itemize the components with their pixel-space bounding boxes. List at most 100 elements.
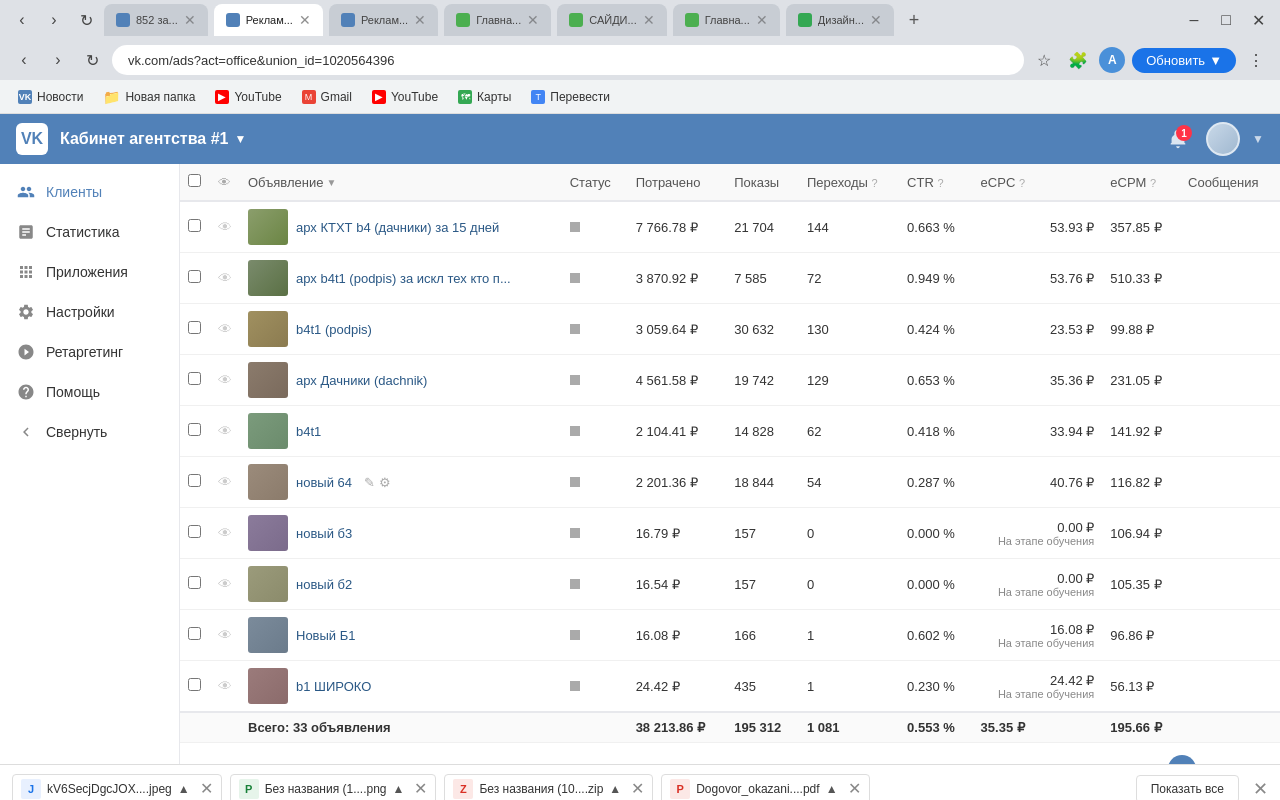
select-all-checkbox[interactable]: [188, 174, 201, 187]
download-close-3[interactable]: ✕: [631, 779, 644, 798]
ad-name[interactable]: b4t1: [296, 424, 321, 439]
row-checkbox[interactable]: [188, 678, 201, 691]
profile-icon[interactable]: A: [1098, 46, 1126, 74]
row-checkbox[interactable]: [188, 525, 201, 538]
ctr-help-icon[interactable]: ?: [937, 177, 943, 189]
sidebar-item-statistics[interactable]: Статистика: [0, 212, 179, 252]
row-checkbox[interactable]: [188, 474, 201, 487]
ecpc-help-icon[interactable]: ?: [1019, 177, 1025, 189]
row-eye-icon[interactable]: 👁: [218, 321, 232, 337]
ad-name[interactable]: новый 64: [296, 475, 352, 490]
ad-name[interactable]: Новый Б1: [296, 628, 356, 643]
sidebar-item-clients[interactable]: Клиенты: [0, 172, 179, 212]
menu-dots-icon[interactable]: ⋮: [1242, 46, 1270, 74]
tab-close-icon[interactable]: ✕: [299, 12, 311, 28]
bookmark-novosti[interactable]: VK Новости: [10, 87, 91, 107]
sidebar-item-apps[interactable]: Приложения: [0, 252, 179, 292]
browser-tab-3[interactable]: Реклам... ✕: [329, 4, 438, 36]
browser-maximize[interactable]: □: [1212, 6, 1240, 34]
tab-close-icon[interactable]: ✕: [527, 12, 539, 28]
reload-button[interactable]: ↻: [78, 46, 106, 74]
row-checkbox[interactable]: [188, 423, 201, 436]
row-checkbox[interactable]: [188, 372, 201, 385]
update-button[interactable]: Обновить ▼: [1132, 48, 1236, 73]
forward-button[interactable]: ›: [44, 46, 72, 74]
row-eye-icon[interactable]: 👁: [218, 525, 232, 541]
row-checkbox[interactable]: [188, 321, 201, 334]
bookmark-youtube-1[interactable]: ▶ YouTube: [207, 87, 289, 107]
download-arrow-4[interactable]: ▲: [826, 782, 838, 796]
row-eye-icon[interactable]: 👁: [218, 423, 232, 439]
edit-settings-icon[interactable]: ⚙: [379, 475, 391, 490]
download-arrow-1[interactable]: ▲: [178, 782, 190, 796]
ad-name[interactable]: b1 ШИРОКО: [296, 679, 371, 694]
browser-tab-5[interactable]: САЙДИ... ✕: [557, 4, 666, 36]
new-tab-button[interactable]: +: [900, 6, 928, 34]
extension-icon[interactable]: 🧩: [1064, 46, 1092, 74]
row-eye-icon[interactable]: 👁: [218, 576, 232, 592]
browser-tab-7[interactable]: Дизайн... ✕: [786, 4, 894, 36]
download-item-4[interactable]: P Dogovor_okazani....pdf ▲ ✕: [661, 774, 869, 801]
ad-name[interactable]: арх КТХТ b4 (дачники) за 15 дней: [296, 220, 499, 235]
download-close-1[interactable]: ✕: [200, 779, 213, 798]
download-close-2[interactable]: ✕: [414, 779, 427, 798]
sidebar-item-help[interactable]: Помощь: [0, 372, 179, 412]
bookmark-folder[interactable]: 📁 Новая папка: [95, 86, 203, 108]
tab-close-icon[interactable]: ✕: [414, 12, 426, 28]
browser-minimize[interactable]: –: [1180, 6, 1208, 34]
row-eye-icon[interactable]: 👁: [218, 270, 232, 286]
bookmark-maps[interactable]: 🗺 Карты: [450, 87, 519, 107]
clicks-help-icon[interactable]: ?: [872, 177, 878, 189]
edit-pencil-icon[interactable]: ✎: [364, 475, 375, 490]
row-eye-icon[interactable]: 👁: [218, 678, 232, 694]
browser-nav-back[interactable]: ‹: [8, 6, 36, 34]
pagination-next[interactable]: ›: [1236, 755, 1264, 764]
tab-close-icon[interactable]: ✕: [756, 12, 768, 28]
pagination-page-1[interactable]: 1: [1168, 755, 1196, 764]
row-checkbox[interactable]: [188, 270, 201, 283]
sidebar-item-collapse[interactable]: Свернуть: [0, 412, 179, 452]
tab-close-icon[interactable]: ✕: [870, 12, 882, 28]
tab-close-icon[interactable]: ✕: [643, 12, 655, 28]
browser-nav-forward[interactable]: ›: [40, 6, 68, 34]
download-item-2[interactable]: P Без названия (1....png ▲ ✕: [230, 774, 437, 801]
row-eye-icon[interactable]: 👁: [218, 474, 232, 490]
browser-tab-6[interactable]: Главна... ✕: [673, 4, 780, 36]
browser-tab-4[interactable]: Главна... ✕: [444, 4, 551, 36]
bookmark-youtube-2[interactable]: ▶ YouTube: [364, 87, 446, 107]
browser-close[interactable]: ✕: [1244, 6, 1272, 34]
tab-close-icon[interactable]: ✕: [184, 12, 196, 28]
row-checkbox[interactable]: [188, 219, 201, 232]
row-checkbox[interactable]: [188, 576, 201, 589]
bookmark-gmail[interactable]: M Gmail: [294, 87, 360, 107]
ecpm-help-icon[interactable]: ?: [1150, 177, 1156, 189]
browser-tab-1[interactable]: 852 за... ✕: [104, 4, 208, 36]
browser-nav-reload[interactable]: ↻: [72, 6, 100, 34]
ad-column-sort[interactable]: Объявление ▼: [248, 175, 554, 190]
row-eye-icon[interactable]: 👁: [218, 219, 232, 235]
ad-name[interactable]: арх b4t1 (podpis) за искл тех кто п...: [296, 271, 511, 286]
bookmark-star-icon[interactable]: ☆: [1030, 46, 1058, 74]
browser-tab-2[interactable]: Реклам... ✕: [214, 4, 323, 36]
pagination-prev[interactable]: ‹: [1134, 755, 1162, 764]
download-arrow-2[interactable]: ▲: [393, 782, 405, 796]
pagination-page-2[interactable]: 2: [1202, 755, 1230, 764]
address-input[interactable]: [112, 45, 1024, 75]
header-avatar-dropdown[interactable]: ▼: [1252, 132, 1264, 146]
ad-name[interactable]: арх Дачники (dachnik): [296, 373, 427, 388]
download-close-4[interactable]: ✕: [848, 779, 861, 798]
ad-name[interactable]: новый б2: [296, 577, 352, 592]
notification-button[interactable]: 1: [1162, 123, 1194, 155]
back-button[interactable]: ‹: [10, 46, 38, 74]
sidebar-item-settings[interactable]: Настройки: [0, 292, 179, 332]
ad-name[interactable]: новый б3: [296, 526, 352, 541]
sidebar-item-retargeting[interactable]: Ретаргетинг: [0, 332, 179, 372]
row-eye-icon[interactable]: 👁: [218, 372, 232, 388]
download-item-3[interactable]: Z Без названия (10....zip ▲ ✕: [444, 774, 653, 801]
ad-name[interactable]: b4t1 (podpis): [296, 322, 372, 337]
close-download-bar-icon[interactable]: ✕: [1253, 778, 1268, 800]
row-eye-icon[interactable]: 👁: [218, 627, 232, 643]
download-arrow-3[interactable]: ▲: [609, 782, 621, 796]
row-checkbox[interactable]: [188, 627, 201, 640]
download-item-1[interactable]: J kV6SecjDgcJOX....jpeg ▲ ✕: [12, 774, 222, 801]
